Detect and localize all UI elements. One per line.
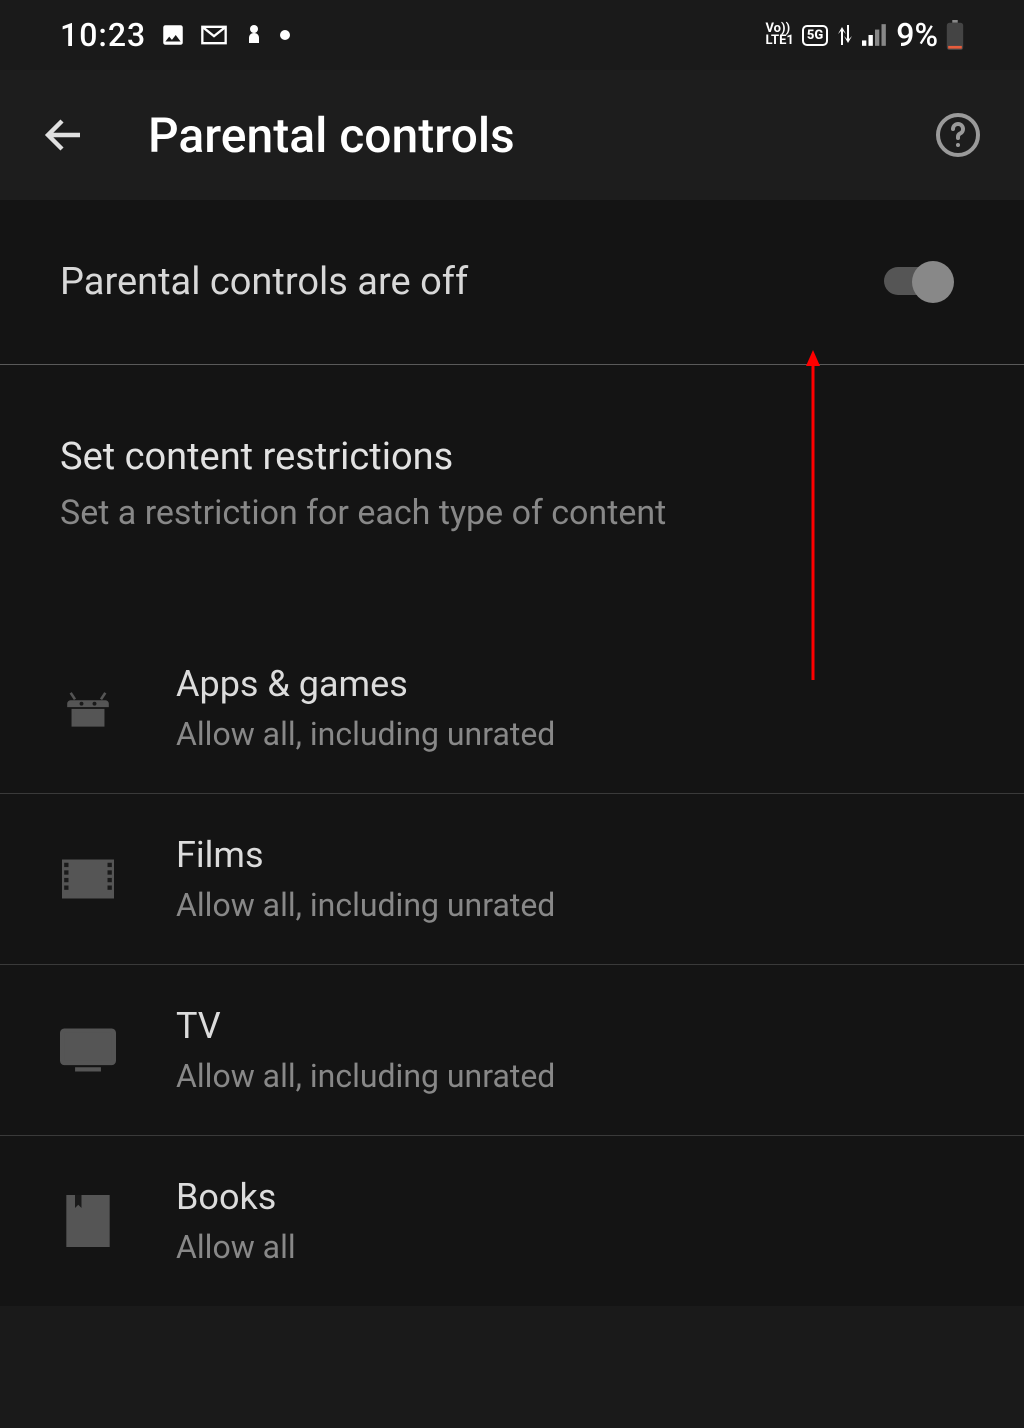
item-subtitle: Allow all <box>176 1228 296 1266</box>
list-item-tv[interactable]: TV Allow all, including unrated <box>0 965 1024 1136</box>
tv-icon <box>60 1022 116 1078</box>
item-title: Books <box>176 1176 296 1218</box>
back-button[interactable] <box>40 111 88 159</box>
book-icon <box>60 1193 116 1249</box>
section-title: Set content restrictions <box>60 435 964 479</box>
toggle-label: Parental controls are off <box>60 260 468 304</box>
clock: 10:23 <box>60 16 146 54</box>
item-title: Films <box>176 834 555 876</box>
volte-indicator: Vo))LTE1 <box>765 23 793 47</box>
gallery-icon <box>160 22 186 48</box>
more-notifications-dot <box>280 30 290 40</box>
item-subtitle: Allow all, including unrated <box>176 715 555 753</box>
toggle-switch[interactable] <box>884 261 964 303</box>
item-title: TV <box>176 1005 555 1047</box>
app-notification-icon <box>242 22 266 48</box>
parental-controls-toggle-row[interactable]: Parental controls are off <box>0 200 1024 365</box>
battery-icon <box>946 20 964 50</box>
list-item-films[interactable]: Films Allow all, including unrated <box>0 794 1024 965</box>
data-arrows-icon <box>836 25 854 45</box>
help-button[interactable] <box>932 109 984 161</box>
film-icon <box>60 851 116 907</box>
item-subtitle: Allow all, including unrated <box>176 886 555 924</box>
page-title: Parental controls <box>148 107 515 164</box>
item-subtitle: Allow all, including unrated <box>176 1057 555 1095</box>
app-bar: Parental controls <box>0 70 1024 200</box>
switch-thumb <box>912 261 954 303</box>
list-item-books[interactable]: Books Allow all <box>0 1136 1024 1306</box>
android-icon <box>60 680 116 736</box>
gmail-icon <box>200 24 228 46</box>
item-title: Apps & games <box>176 663 555 705</box>
battery-percent: 9% <box>896 16 938 54</box>
list-item-apps-games[interactable]: Apps & games Allow all, including unrate… <box>0 623 1024 794</box>
5g-indicator: 5G <box>802 25 828 46</box>
section-header: Set content restrictions Set a restricti… <box>0 365 1024 563</box>
status-bar: 10:23 Vo))LTE1 5G 9% <box>0 0 1024 70</box>
restrictions-list: Apps & games Allow all, including unrate… <box>0 623 1024 1306</box>
signal-icon <box>862 24 888 46</box>
section-subtitle: Set a restriction for each type of conte… <box>60 493 964 533</box>
